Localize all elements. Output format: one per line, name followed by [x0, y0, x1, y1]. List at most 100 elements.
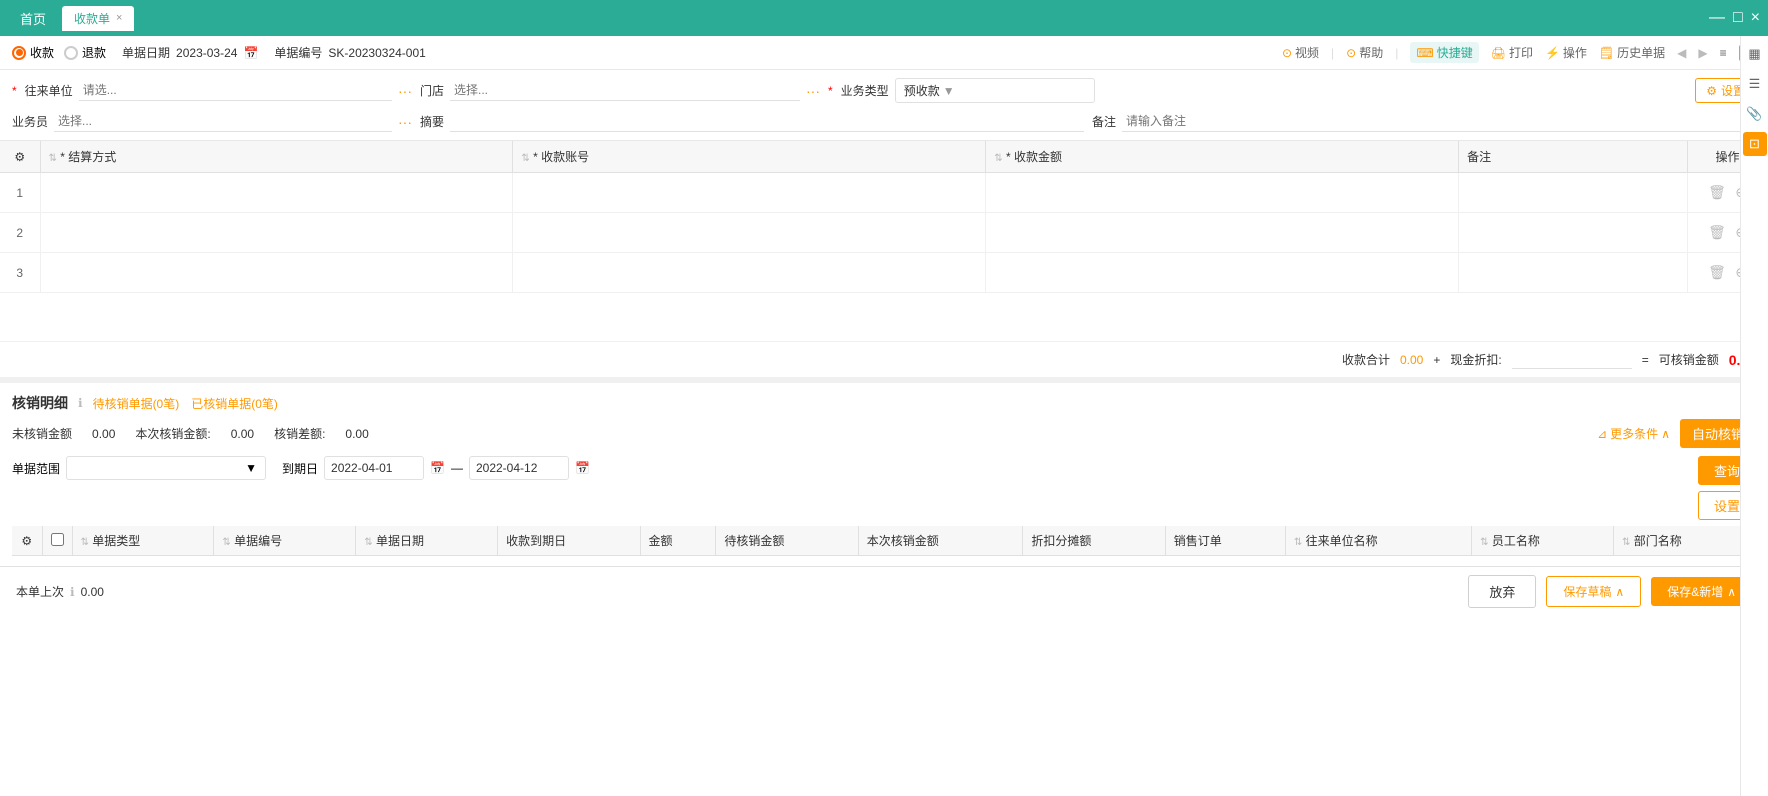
th-account: ⇅ * 收款账号: [513, 141, 986, 173]
radio-receipt[interactable]: 收款: [12, 44, 54, 61]
form-row-1: * 往来单位 ··· 门店 ··· * 业务类型 预收款 ▼: [12, 78, 1756, 103]
help-icon: ⊙: [1346, 46, 1356, 60]
abandon-btn[interactable]: 放弃: [1468, 575, 1536, 608]
tab-bar-left: 首页 收款单 ×: [8, 5, 134, 32]
bt-th-gear[interactable]: ⚙: [12, 526, 42, 556]
more-conditions-btn[interactable]: ⊿ 更多条件 ∧: [1597, 425, 1670, 442]
amount-1[interactable]: [986, 173, 1459, 213]
settlement-2[interactable]: [40, 213, 513, 253]
amount-3[interactable]: [986, 253, 1459, 293]
store-more-icon[interactable]: ···: [806, 83, 820, 99]
staff-more-icon[interactable]: ···: [398, 114, 412, 130]
footer-info-icon[interactable]: ℹ: [70, 585, 75, 599]
settlement-1[interactable]: [40, 173, 513, 213]
bt-th-amount: 金额: [640, 526, 716, 556]
save-new-btn[interactable]: 保存&新增 ∧: [1651, 577, 1752, 606]
radio-refund-circle: [64, 46, 78, 60]
th-settlement: ⇅ * 结算方式: [40, 141, 513, 173]
delete-row-1-btn[interactable]: 🗑: [1708, 184, 1726, 200]
amount-2[interactable]: [986, 213, 1459, 253]
right-panel-btn-3[interactable]: 📎: [1743, 102, 1767, 126]
right-panel: ▦ ☰ 📎 ⊡: [1740, 36, 1768, 796]
operation-btn[interactable]: ⚡ 操作: [1545, 44, 1587, 61]
radio-refund[interactable]: 退款: [64, 44, 106, 61]
save-new-label: 保存&新增: [1667, 583, 1723, 600]
bt-th-no-label: 单据编号: [234, 534, 282, 548]
date-to-input[interactable]: [469, 456, 569, 480]
cal-from-icon[interactable]: 📅: [430, 461, 445, 475]
nav-prev[interactable]: ◀: [1677, 46, 1686, 60]
current-label: 本次核销金额:: [135, 425, 210, 442]
sort-dept-icon: ⇅: [1622, 537, 1630, 548]
cal-icon[interactable]: 📅: [243, 46, 258, 60]
th-amount-label: * 收款金额: [1006, 150, 1062, 164]
remark-1[interactable]: [1459, 173, 1688, 213]
sort-settlement-icon: ⇅: [49, 153, 57, 164]
staff-input[interactable]: [54, 111, 392, 132]
tab-active[interactable]: 收款单 ×: [62, 6, 134, 31]
bottom-table: ⚙ ⇅ 单据类型 ⇅ 单据编号 ⇅: [12, 526, 1756, 556]
remark-3[interactable]: [1459, 253, 1688, 293]
biz-type-field: * 业务类型 预收款 ▼: [828, 78, 1687, 103]
date-from-input[interactable]: [324, 456, 424, 480]
tab-pending[interactable]: 待核销单据(0笔): [93, 395, 180, 412]
footer: 本单上次 ℹ 0.00 放弃 保存草稿 ∧ 保存&新增 ∧: [0, 566, 1768, 616]
table-row: 3 🗑 ⊕: [0, 253, 1768, 293]
account-2[interactable]: [513, 213, 986, 253]
sort-no-icon: ⇅: [222, 537, 230, 548]
settlement-3[interactable]: [40, 253, 513, 293]
history-btn[interactable]: 🗒 历史单据: [1599, 44, 1665, 61]
summary-input[interactable]: [450, 111, 1084, 132]
cal-to-icon[interactable]: 📅: [575, 461, 590, 475]
partner-required: *: [12, 84, 17, 98]
tab-home[interactable]: 首页: [8, 5, 58, 32]
window-min-btn[interactable]: —: [1709, 9, 1725, 27]
video-btn[interactable]: ⊙ 视频: [1282, 44, 1319, 61]
last-value: 0.00: [81, 585, 104, 599]
save-draft-label: 保存草稿: [1563, 583, 1611, 600]
toolbar-right: ⊙ 视频 | ⊙ 帮助 | ⌨ 快捷键 🖨 打印 ⚡ 操作 🗒: [1282, 42, 1756, 63]
gear-settings-icon: ⚙: [14, 150, 25, 164]
right-panel-btn-1[interactable]: ▦: [1743, 42, 1767, 66]
delete-row-3-btn[interactable]: 🗑: [1708, 264, 1726, 280]
window-max-btn[interactable]: □: [1733, 9, 1743, 27]
store-input[interactable]: [450, 80, 800, 101]
remark-field: 备注: [1092, 111, 1756, 132]
select-all-checkbox[interactable]: [51, 533, 64, 546]
list-view-icon[interactable]: ≡: [1720, 46, 1727, 60]
discount-label: 现金折扣:: [1450, 351, 1501, 368]
help-label: 帮助: [1359, 44, 1383, 61]
right-panel-btn-4[interactable]: ⊡: [1743, 132, 1767, 156]
bt-th-staff: ⇅ 员工名称: [1472, 526, 1614, 556]
bt-th-no: ⇅ 单据编号: [214, 526, 356, 556]
range-select[interactable]: ▼: [66, 456, 266, 480]
shortcut-btn[interactable]: ⌨ 快捷键: [1410, 42, 1478, 63]
remark-label: 备注: [1092, 113, 1116, 130]
right-panel-btn-2[interactable]: ☰: [1743, 72, 1767, 96]
nav-next[interactable]: ▶: [1698, 46, 1707, 60]
th-gear[interactable]: ⚙: [0, 141, 40, 173]
bt-th-check: [42, 526, 72, 556]
gear-icon: ⚙: [1706, 84, 1717, 98]
print-btn[interactable]: 🖨 打印: [1491, 44, 1533, 61]
remark-2[interactable]: [1459, 213, 1688, 253]
discount-input[interactable]: [1512, 350, 1632, 369]
biz-type-select[interactable]: 预收款 ▼: [895, 78, 1095, 103]
tab-done[interactable]: 已核销单据(0笔): [191, 395, 278, 412]
help-btn[interactable]: ⊙ 帮助: [1346, 44, 1383, 61]
bt-th-type: ⇅ 单据类型: [72, 526, 214, 556]
delete-row-2-btn[interactable]: 🗑: [1708, 224, 1726, 240]
partner-more-icon[interactable]: ···: [398, 83, 412, 99]
tab-close-btn[interactable]: ×: [116, 12, 122, 24]
account-1[interactable]: [513, 173, 986, 213]
save-draft-btn[interactable]: 保存草稿 ∧: [1546, 576, 1641, 607]
remark-input[interactable]: [1122, 111, 1756, 132]
biz-type-label: 业务类型: [841, 82, 889, 99]
account-3[interactable]: [513, 253, 986, 293]
partner-label: 往来单位: [25, 82, 73, 99]
bt-th-sales-order: 销售订单: [1165, 526, 1285, 556]
footer-left: 本单上次 ℹ 0.00: [16, 583, 104, 600]
partner-input[interactable]: [79, 80, 392, 101]
radio-receipt-circle: [12, 46, 26, 60]
window-close-btn[interactable]: ×: [1751, 9, 1760, 27]
